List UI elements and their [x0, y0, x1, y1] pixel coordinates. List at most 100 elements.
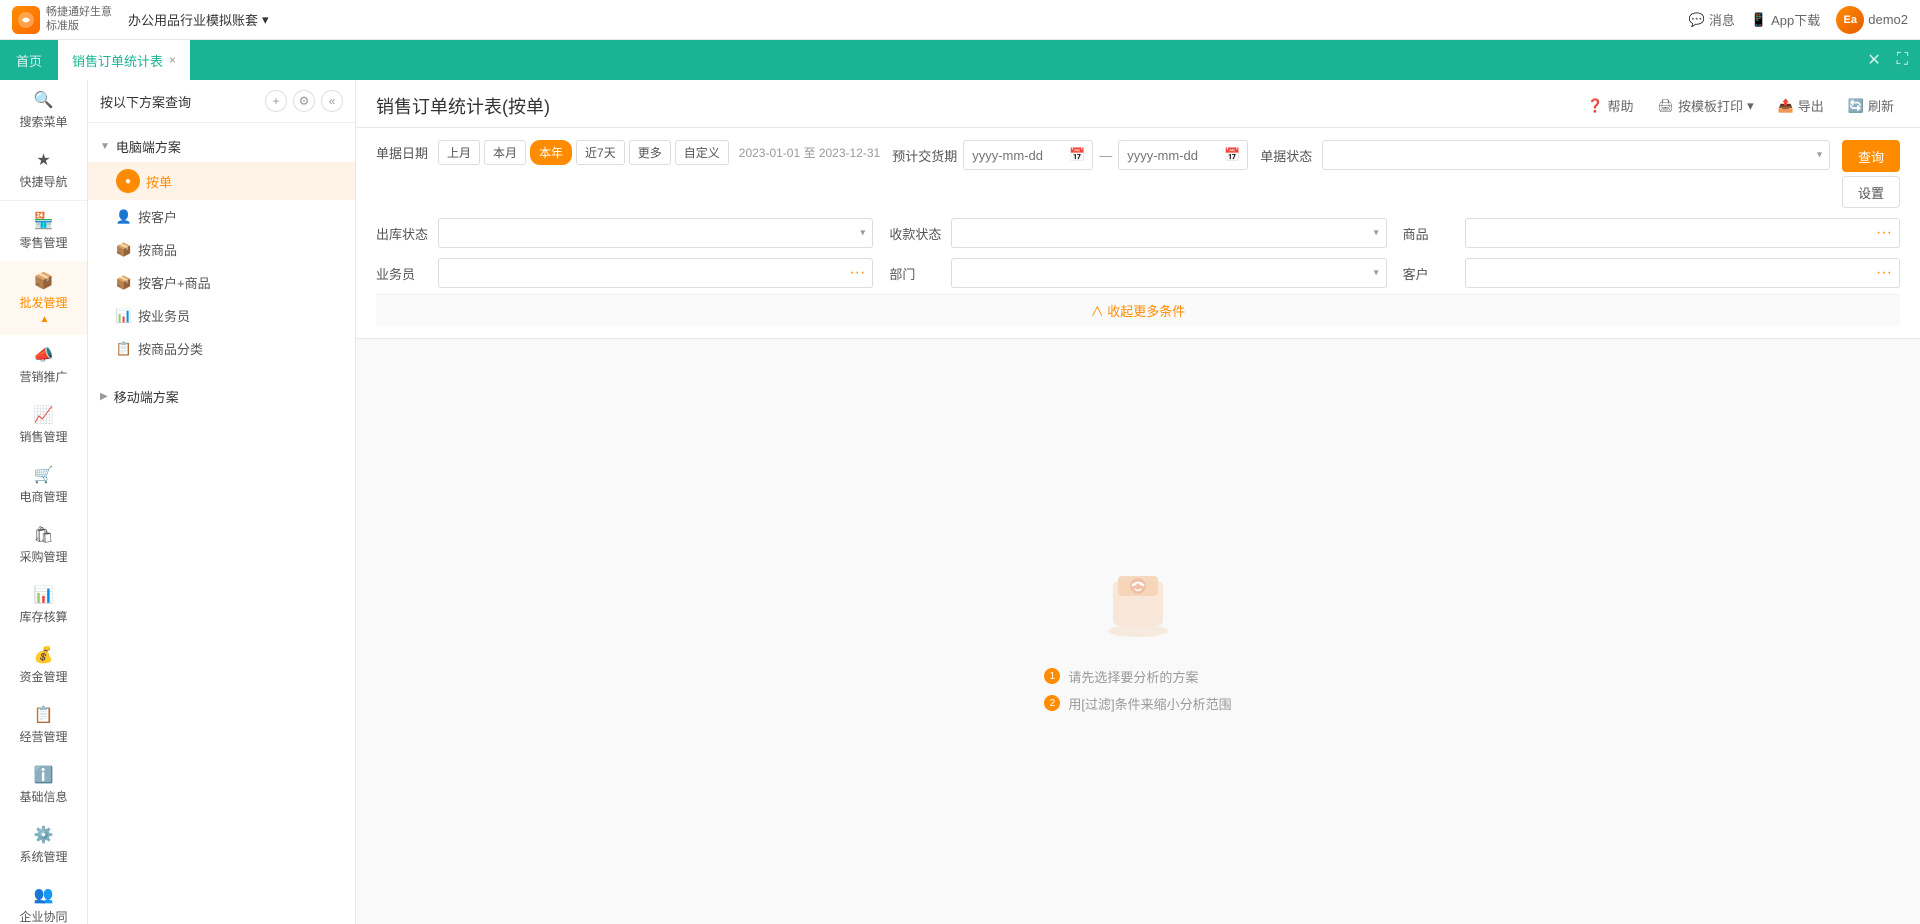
tree-child-by-cust-prod[interactable]: 📦 按客户+商品 [88, 266, 355, 299]
goods-dots-icon[interactable]: ··· [1876, 224, 1892, 242]
user-profile[interactable]: Ea demo2 [1836, 6, 1908, 34]
search-icon: 🔍 [34, 90, 54, 110]
sidebar-item-system[interactable]: ⚙️ 系统管理 [0, 815, 87, 875]
sidebar-item-quick-nav[interactable]: ★ 快捷导航 [0, 140, 87, 200]
sidebar-item-basic-info[interactable]: ℹ️ 基础信息 [0, 755, 87, 815]
window-close-btn[interactable]: ✕ [1863, 46, 1884, 74]
tree-parent-pc-plans[interactable]: ▼ 电脑端方案 [88, 131, 355, 162]
print-arrow-icon: ▾ [1747, 98, 1754, 114]
sidebar-item-search-menu[interactable]: 🔍 搜索菜单 [0, 80, 87, 140]
customer-icon: 👤 [116, 209, 132, 225]
ecomm-icon: 🛒 [34, 465, 54, 485]
tree-child-by-category[interactable]: 📋 按商品分类 [88, 332, 355, 365]
logo-area: 畅捷通好生意 标准版 [12, 6, 112, 34]
window-maximize-btn[interactable]: ⛶ [1893, 47, 1912, 73]
sidebar-item-marketing[interactable]: 📣 营销推广 [0, 335, 87, 395]
settings-btn[interactable]: 设置 [1842, 176, 1900, 208]
panel-add-btn[interactable]: + [265, 90, 287, 112]
left-panel: 按以下方案查询 + ⚙ « ▼ 电脑端方案 [88, 80, 356, 924]
retail-icon: 🏪 [34, 211, 54, 231]
dept-group: 部门 ▾ [889, 258, 1386, 288]
add-icon: + [272, 94, 279, 108]
print-btn[interactable]: 🖨 按模板打印 ▾ [1652, 92, 1760, 119]
sidebar-item-sales-mgmt[interactable]: 📈 销售管理 [0, 395, 87, 455]
more-btn[interactable]: 更多 [629, 140, 671, 165]
logo-text: 畅捷通好生意 标准版 [46, 6, 112, 32]
pay-status-label: 收款状态 [889, 224, 945, 243]
tab-sales-order[interactable]: 销售订单统计表 × [58, 40, 190, 80]
tree-child-by-product[interactable]: 📦 按商品 [88, 233, 355, 266]
goods-input[interactable] [1465, 218, 1900, 248]
tree-parent-mobile-plans[interactable]: ▶ 移动端方案 [88, 381, 355, 412]
system-icon: ⚙️ [34, 825, 54, 845]
help-btn[interactable]: ❓ 帮助 [1581, 92, 1639, 119]
expected-date-from[interactable] [963, 140, 1093, 170]
sidebar-item-purchase-mgmt[interactable]: 🛍 采购管理 [0, 515, 87, 575]
customer-dots-icon[interactable]: ··· [1876, 264, 1892, 282]
sidebar-item-ecomm-mgmt[interactable]: 🛒 电商管理 [0, 455, 87, 515]
print-icon: 🖨 [1658, 98, 1675, 114]
basic-info-icon: ℹ️ [34, 765, 54, 785]
sidebar-item-enterprise[interactable]: 👥 企业协同 [0, 875, 87, 924]
product-icon: 📦 [116, 242, 132, 258]
tab-close-icon[interactable]: × [169, 54, 176, 66]
page-title: 销售订单统计表(按单) [376, 93, 550, 119]
message-btn[interactable]: 💬 消息 [1689, 10, 1735, 29]
tree-expand-icon: ▼ [100, 141, 110, 152]
refresh-btn[interactable]: 🔄 刷新 [1842, 92, 1900, 119]
dept-select[interactable] [951, 258, 1386, 288]
last-7-btn[interactable]: 近7天 [576, 140, 625, 165]
right-content: 销售订单统计表(按单) ❓ 帮助 🖨 按模板打印 ▾ 📤 导出 [356, 80, 1920, 924]
tree-child-by-customer[interactable]: 👤 按客户 [88, 200, 355, 233]
status-label: 单据状态 [1260, 146, 1316, 165]
sidebar-item-retail-mgmt[interactable]: 🏪 零售管理 [0, 201, 87, 261]
tab-home[interactable]: 首页 [0, 40, 58, 80]
goods-label: 商品 [1403, 224, 1459, 243]
panel-collapse-btn[interactable]: « [321, 90, 343, 112]
sidebar-item-finance[interactable]: 💰 资金管理 [0, 635, 87, 695]
last-month-btn[interactable]: 上月 [438, 140, 480, 165]
salesperson-icon: 📊 [116, 308, 132, 324]
app-download-btn[interactable]: 📱 App下载 [1751, 10, 1820, 29]
expected-date-to[interactable] [1118, 140, 1248, 170]
purchase-icon: 🛍 [33, 525, 53, 545]
date-separator: — [1099, 148, 1112, 163]
sidebar-item-wholesale-mgmt[interactable]: 📦 批发管理 ▲ [0, 261, 87, 335]
page-header-actions: ❓ 帮助 🖨 按模板打印 ▾ 📤 导出 🔄 刷新 [1581, 92, 1900, 119]
business-icon: 📋 [34, 705, 54, 725]
customer-input[interactable] [1465, 258, 1900, 288]
custom-btn[interactable]: 自定义 [675, 140, 729, 165]
collapse-more-btn[interactable]: ∧ 收起更多条件 [376, 294, 1900, 326]
sales-icon: 📈 [34, 405, 54, 425]
marketing-icon: 📣 [34, 345, 54, 365]
sidebar-item-business[interactable]: 📋 经营管理 [0, 695, 87, 755]
export-btn[interactable]: 📤 导出 [1772, 92, 1830, 119]
category-icon: 📋 [116, 341, 132, 357]
refresh-icon: 🔄 [1848, 98, 1864, 114]
ship-status-select[interactable] [438, 218, 873, 248]
salesperson-dots-icon[interactable]: ··· [849, 264, 865, 282]
query-btn[interactable]: 查询 [1842, 140, 1900, 172]
ship-status-label: 出库状态 [376, 224, 432, 243]
tab-bar-right: ✕ ⛶ [1863, 46, 1920, 74]
panel-settings-btn[interactable]: ⚙ [293, 90, 315, 112]
tree-group-mobile: ▶ 移动端方案 [88, 373, 355, 420]
this-year-btn[interactable]: 本年 [530, 140, 572, 165]
salesperson-group: 业务员 ··· [376, 258, 873, 288]
page-header: 销售订单统计表(按单) ❓ 帮助 🖨 按模板打印 ▾ 📤 导出 [356, 80, 1920, 128]
workspace-selector[interactable]: 办公用品行业模拟账套 ▾ [120, 6, 277, 33]
this-month-btn[interactable]: 本月 [484, 140, 526, 165]
tree-child-by-salesperson[interactable]: 📊 按业务员 [88, 299, 355, 332]
panel-toolbar: + ⚙ « [265, 90, 343, 112]
date-range-text: 2023-01-01 至 2023-12-31 [739, 144, 880, 161]
tree-child-by-order[interactable]: ● 按单 [88, 162, 355, 200]
status-select[interactable] [1322, 140, 1830, 170]
export-icon: 📤 [1778, 98, 1794, 114]
pay-status-select[interactable] [951, 218, 1386, 248]
goods-group: 商品 ··· [1403, 218, 1900, 248]
wholesale-icon: 📦 [34, 271, 54, 291]
chevron-down-icon: ▾ [262, 12, 269, 28]
date-buttons: 上月 本月 本年 近7天 更多 自定义 [438, 140, 729, 165]
sidebar-item-inventory[interactable]: 📊 库存核算 [0, 575, 87, 635]
salesperson-input[interactable] [438, 258, 873, 288]
